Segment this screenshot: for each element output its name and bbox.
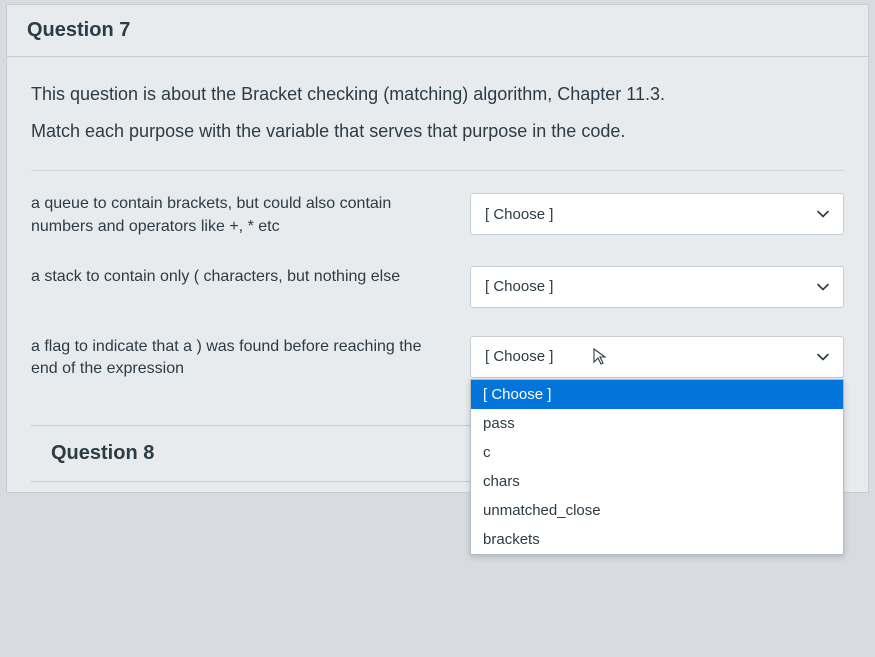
question-7-body: This question is about the Bracket check… [7, 57, 868, 492]
dropdown-list: [ Choose ] pass c chars unmatched_close … [470, 379, 844, 555]
question-7-block: Question 7 This question is about the Br… [6, 4, 869, 493]
question-7-intro: This question is about the Bracket check… [31, 79, 844, 146]
dropdown-value: [ Choose ] [485, 206, 553, 223]
dropdown-option-pass[interactable]: pass [471, 409, 843, 438]
chevron-down-icon [817, 208, 829, 220]
match-label: a queue to contain brackets, but could a… [31, 193, 470, 238]
chevron-down-icon [817, 351, 829, 363]
chevron-down-icon [817, 281, 829, 293]
intro-line-2: Match each purpose with the variable tha… [31, 116, 844, 147]
dropdown-value: [ Choose ] [485, 348, 553, 365]
match-row: a queue to contain brackets, but could a… [31, 179, 844, 252]
select-wrap: [ Choose ] [470, 193, 844, 235]
match-row: a flag to indicate that a ) was found be… [31, 322, 844, 395]
dropdown-option-c[interactable]: c [471, 438, 843, 467]
cursor-icon [591, 347, 609, 365]
match-row: a stack to contain only ( characters, bu… [31, 252, 844, 322]
divider [31, 170, 844, 171]
dropdown-option-chars[interactable]: chars [471, 467, 843, 496]
dropdown-option-brackets[interactable]: brackets [471, 525, 843, 554]
choose-dropdown-2[interactable]: [ Choose ] [470, 266, 844, 308]
select-wrap: [ Choose ] [ Choose ] pass c chars unmat… [470, 336, 844, 378]
intro-line-1: This question is about the Bracket check… [31, 79, 844, 110]
dropdown-value: [ Choose ] [485, 278, 553, 295]
match-label: a flag to indicate that a ) was found be… [31, 336, 470, 381]
match-label: a stack to contain only ( characters, bu… [31, 266, 470, 288]
dropdown-option-unmatched-close[interactable]: unmatched_close [471, 496, 843, 525]
question-7-title: Question 7 [7, 5, 868, 57]
dropdown-option-choose[interactable]: [ Choose ] [471, 380, 843, 409]
choose-dropdown-3[interactable]: [ Choose ] [470, 336, 844, 378]
select-wrap: [ Choose ] [470, 266, 844, 308]
choose-dropdown-1[interactable]: [ Choose ] [470, 193, 844, 235]
